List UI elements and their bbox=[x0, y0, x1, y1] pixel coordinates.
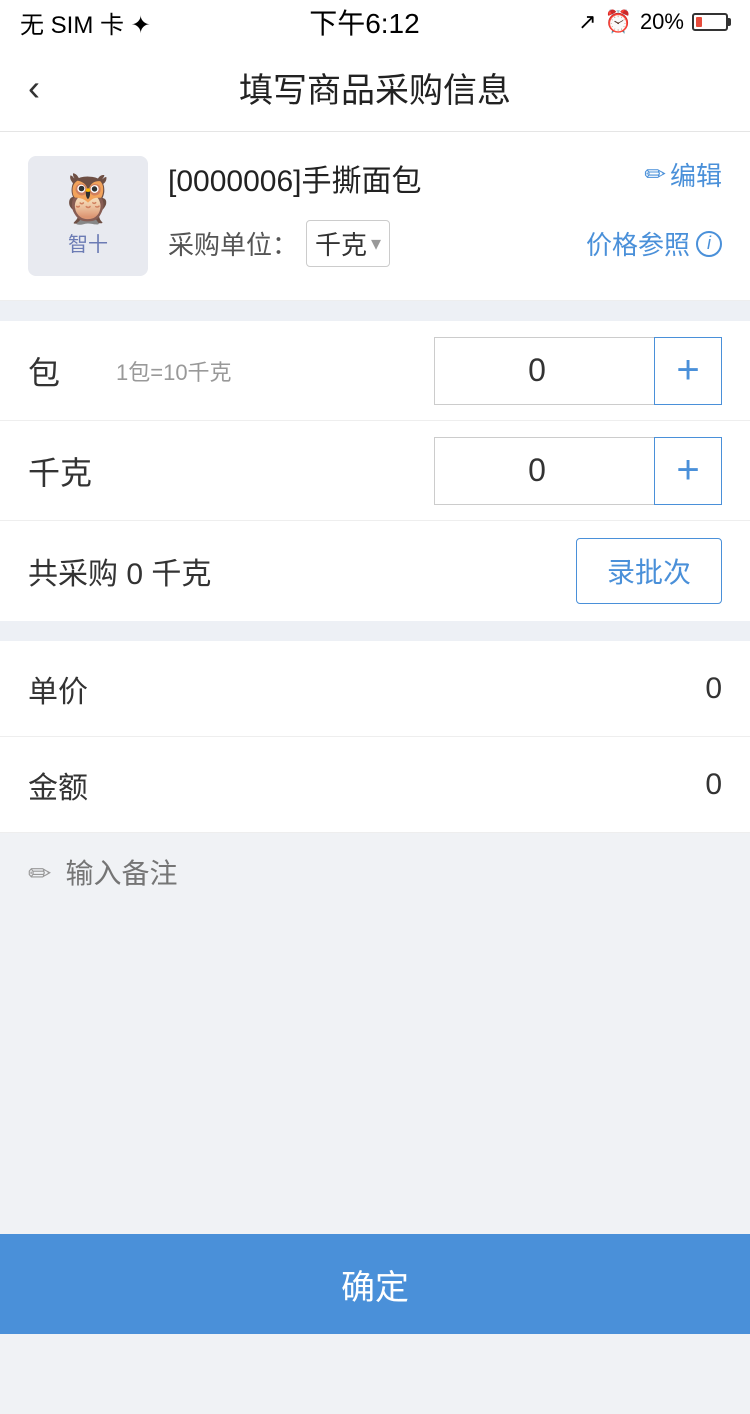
edit-button[interactable]: ✏ 编辑 bbox=[644, 156, 722, 193]
amount-row: 金额 0 bbox=[0, 737, 750, 833]
info-icon: i bbox=[696, 231, 722, 257]
price-row: 单价 0 bbox=[0, 641, 750, 737]
total-text: 共采购 0 千克 bbox=[28, 549, 211, 593]
price-label: 单价 bbox=[28, 667, 88, 711]
sim-signal-text: 无 SIM 卡 ✦ bbox=[20, 5, 151, 40]
kg-plus-button[interactable]: + bbox=[654, 437, 722, 505]
record-batch-button[interactable]: 录批次 bbox=[576, 538, 722, 604]
battery-icon bbox=[692, 13, 730, 31]
page-title: 填写商品采购信息 bbox=[239, 63, 511, 112]
kg-input-row: 千克 + bbox=[0, 421, 750, 521]
product-card: 🦉 智十 [0000006]手撕面包 ✏ 编辑 采购单位： 千克 ▾ bbox=[0, 132, 750, 301]
back-button[interactable]: ‹ bbox=[28, 70, 40, 106]
nav-bar: ‹ 填写商品采购信息 bbox=[0, 44, 750, 132]
battery-percent: 20% bbox=[640, 9, 684, 35]
remark-section: ✏ bbox=[0, 833, 750, 914]
location-icon: ↗ bbox=[578, 9, 596, 35]
kg-input[interactable] bbox=[434, 437, 654, 505]
status-time: 下午6:12 bbox=[309, 2, 420, 42]
product-thumb-icon: 🦉 bbox=[58, 176, 118, 224]
bao-label: 包 bbox=[28, 348, 108, 394]
price-value: 0 bbox=[705, 672, 722, 706]
confirm-label: 确定 bbox=[341, 1260, 409, 1309]
status-bar: 无 SIM 卡 ✦ 下午6:12 ↗ ⏰ 20% bbox=[0, 0, 750, 44]
amount-value: 0 bbox=[705, 768, 722, 802]
product-thumb-label: 智十 bbox=[68, 228, 108, 257]
price-ref-label: 价格参照 bbox=[586, 225, 690, 262]
product-unit-row: 采购单位： 千克 ▾ 价格参照 i bbox=[168, 220, 722, 267]
section-divider-1 bbox=[0, 301, 750, 321]
bao-field-wrapper: + bbox=[434, 337, 722, 405]
unit-label: 采购单位： bbox=[168, 225, 298, 262]
product-info: [0000006]手撕面包 ✏ 编辑 采购单位： 千克 ▾ 价格参照 i bbox=[168, 156, 722, 267]
pencil-icon: ✏ bbox=[28, 857, 51, 890]
edit-label: 编辑 bbox=[670, 156, 722, 193]
edit-icon: ✏ bbox=[644, 159, 666, 190]
status-left: 无 SIM 卡 ✦ bbox=[20, 5, 151, 40]
remark-input[interactable] bbox=[65, 858, 722, 890]
confirm-button[interactable]: 确定 bbox=[0, 1234, 750, 1334]
detail-section: 单价 0 金额 0 bbox=[0, 641, 750, 833]
product-thumbnail: 🦉 智十 bbox=[28, 156, 148, 276]
chevron-down-icon: ▾ bbox=[371, 231, 381, 256]
input-section: 包 1包=10千克 + 千克 + bbox=[0, 321, 750, 521]
amount-label: 金额 bbox=[28, 763, 88, 807]
product-name-row: [0000006]手撕面包 ✏ 编辑 bbox=[168, 156, 722, 200]
unit-value: 千克 bbox=[315, 225, 367, 262]
section-divider-2 bbox=[0, 621, 750, 641]
bao-sublabel: 1包=10千克 bbox=[116, 355, 434, 387]
kg-field-wrapper: + bbox=[434, 437, 722, 505]
product-name: [0000006]手撕面包 bbox=[168, 156, 644, 200]
alarm-icon: ⏰ bbox=[605, 9, 632, 35]
bao-input[interactable] bbox=[434, 337, 654, 405]
kg-label: 千克 bbox=[28, 448, 108, 494]
bao-plus-button[interactable]: + bbox=[654, 337, 722, 405]
unit-select[interactable]: 千克 ▾ bbox=[306, 220, 390, 267]
price-reference-button[interactable]: 价格参照 i bbox=[586, 225, 722, 262]
status-right: ↗ ⏰ 20% bbox=[578, 9, 730, 35]
bao-input-row: 包 1包=10千克 + bbox=[0, 321, 750, 421]
summary-row: 共采购 0 千克 录批次 bbox=[0, 521, 750, 621]
